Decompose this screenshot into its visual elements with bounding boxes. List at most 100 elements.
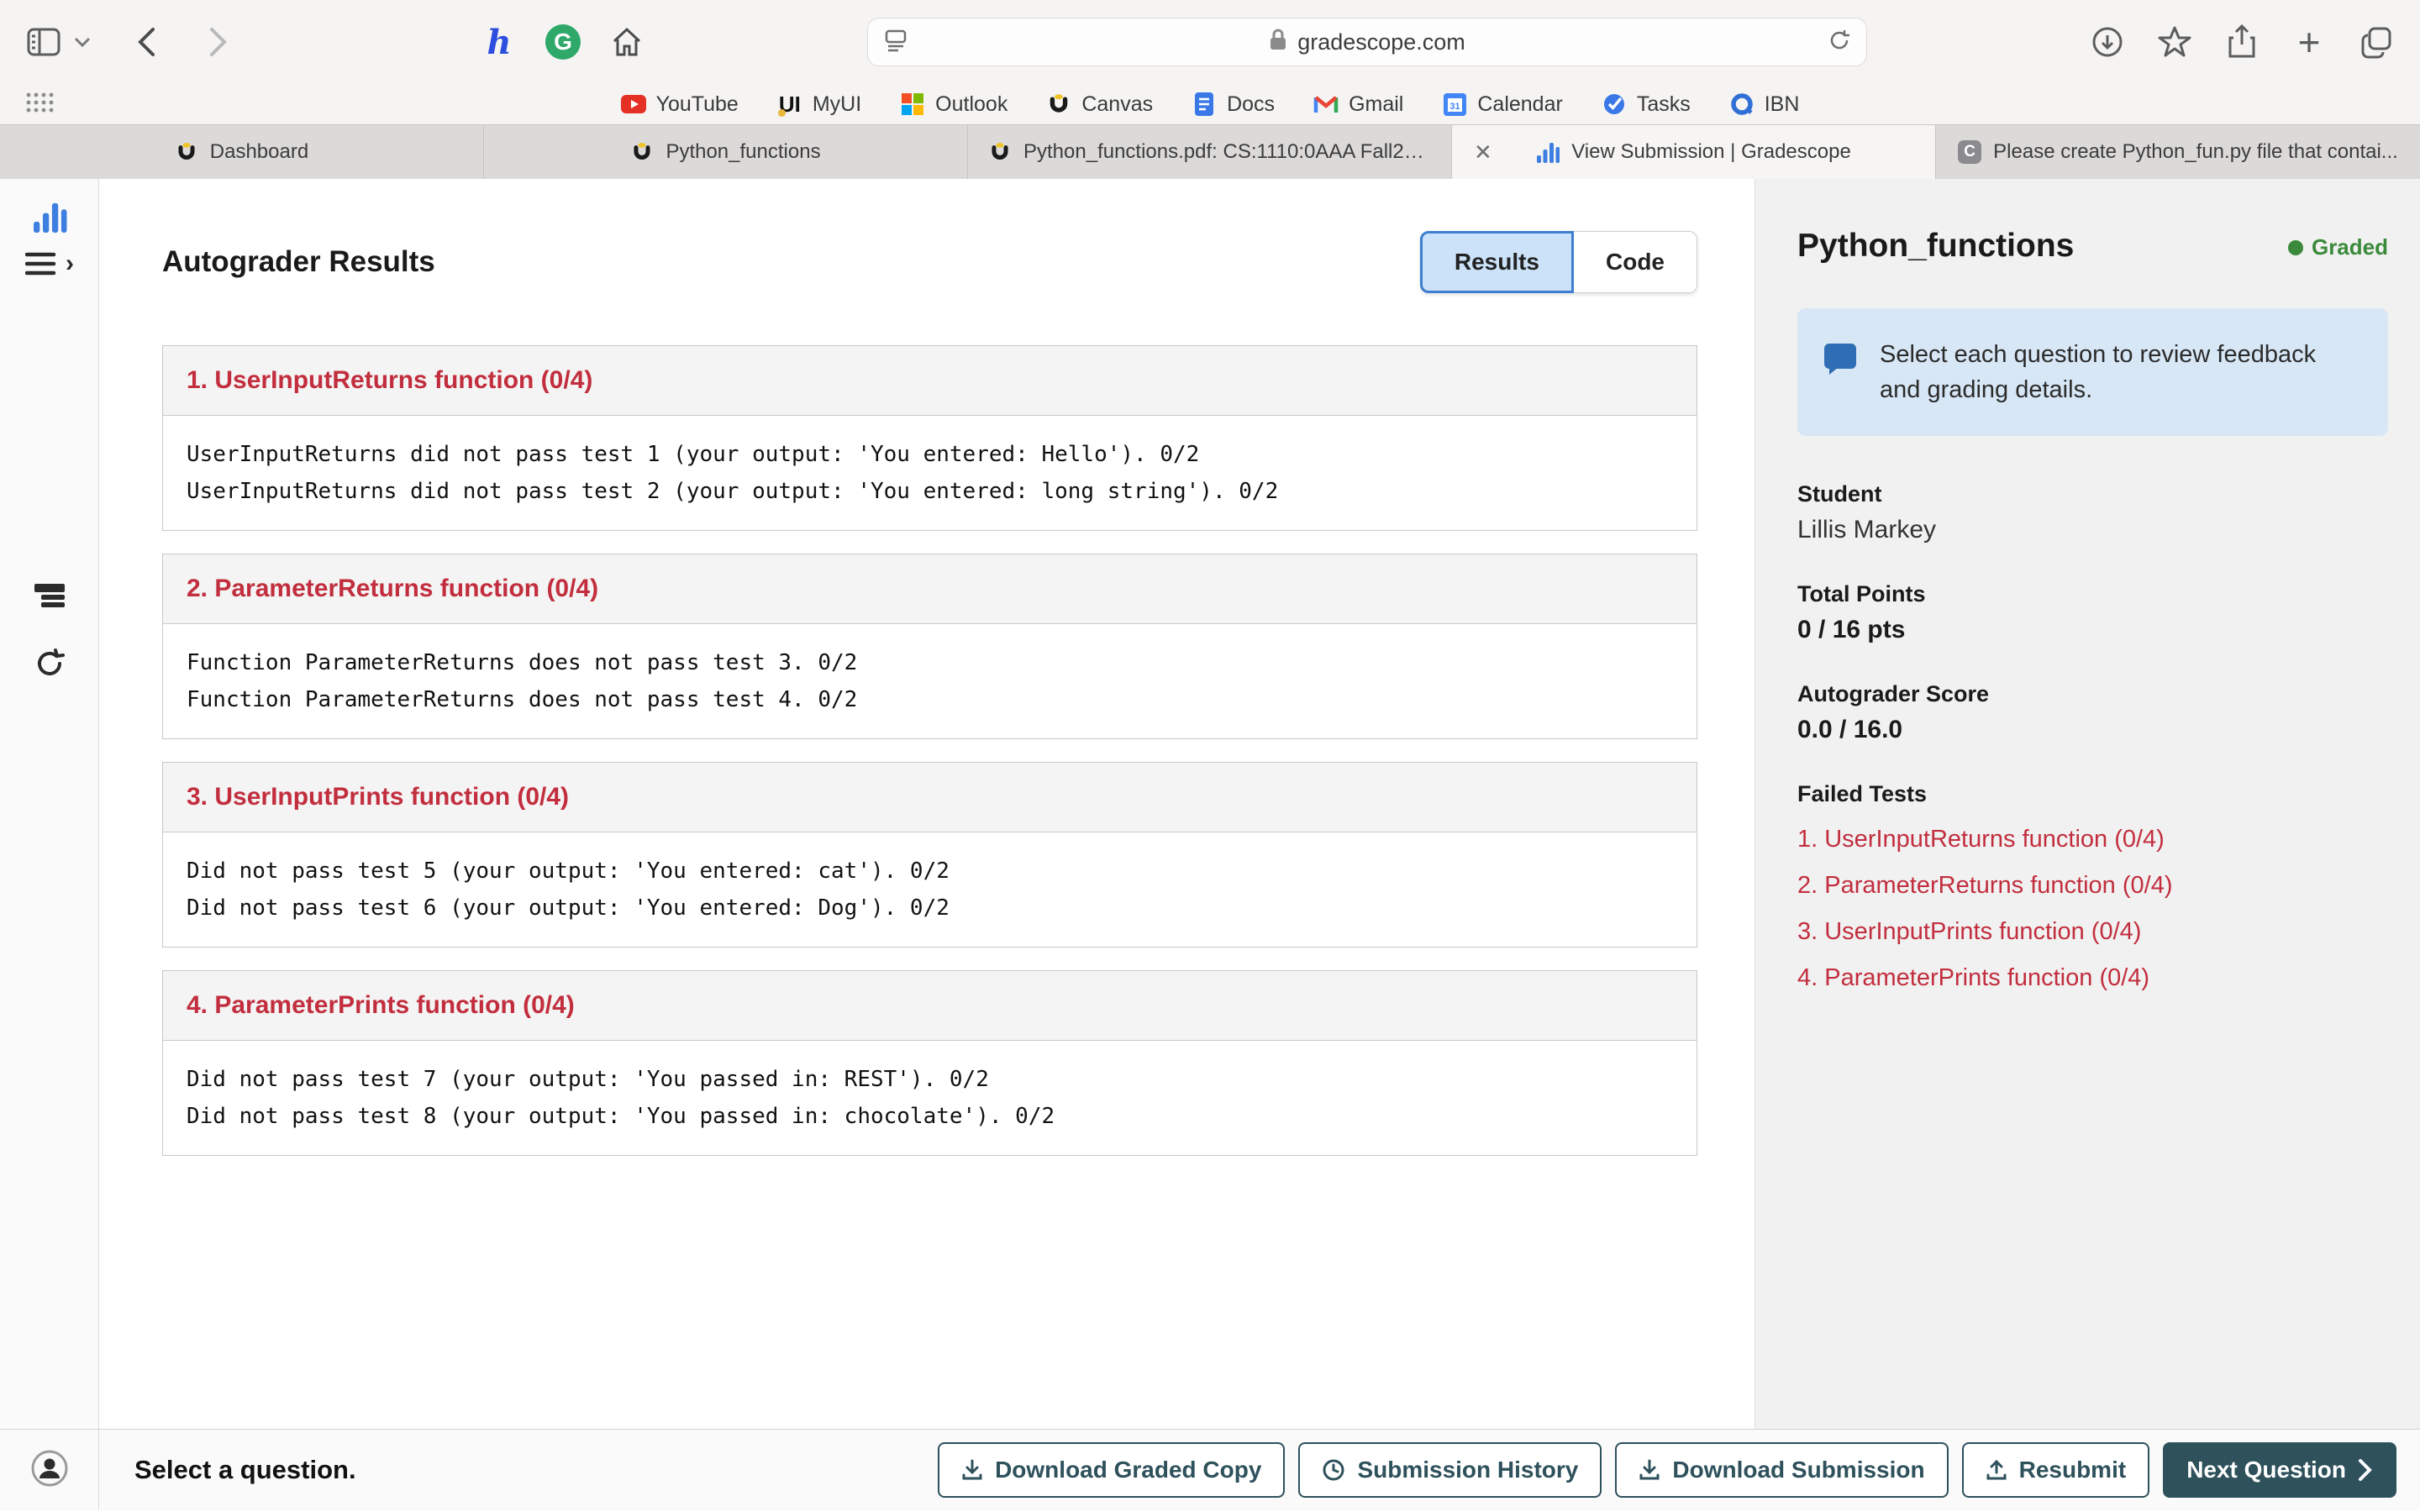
test-section-2: 2. ParameterReturns function (0/4) Funct… <box>162 554 1697 739</box>
next-question-button[interactable]: Next Question <box>2163 1442 2396 1498</box>
gradescope-logo-icon[interactable] <box>0 201 99 233</box>
tab-dashboard[interactable]: Dashboard <box>0 125 484 179</box>
favorite-youtube[interactable]: YouTube <box>621 92 739 117</box>
results-tab[interactable]: Results <box>1420 231 1574 293</box>
favorite-ibn[interactable]: IBN <box>1729 92 1800 117</box>
tab-python-functions-pdf[interactable]: Python_functions.pdf: CS:1110:0AAA Fall2… <box>968 125 1452 179</box>
test-section-title[interactable]: 1. UserInputReturns function (0/4) <box>187 366 592 394</box>
expand-menu-icon[interactable]: › <box>0 251 99 276</box>
downloads-icon[interactable] <box>2089 24 2126 60</box>
address-bar[interactable]: gradescope.com <box>867 18 1867 66</box>
icon-lms-favicon <box>630 140 654 164</box>
code-tab[interactable]: Code <box>1574 231 1697 293</box>
failed-test-link-1[interactable]: 1. UserInputReturns function (0/4) <box>1797 826 2388 853</box>
tab-bar: Dashboard Python_functions Python_functi… <box>0 124 2420 179</box>
left-rail: › <box>0 179 99 1429</box>
lock-icon <box>1269 28 1287 57</box>
icon-lms-favicon <box>175 140 198 164</box>
favorite-calendar[interactable]: 31 Calendar <box>1442 92 1562 117</box>
favorite-gmail[interactable]: Gmail <box>1313 92 1403 117</box>
outlook-icon <box>900 92 925 117</box>
favorite-docs[interactable]: Docs <box>1192 92 1275 117</box>
favorite-outlook[interactable]: Outlook <box>900 92 1007 117</box>
failed-test-link-4[interactable]: 4. ParameterPrints function (0/4) <box>1797 964 2388 992</box>
test-output-line: UserInputReturns did not pass test 2 (yo… <box>187 473 1673 510</box>
download-graded-copy-button[interactable]: Download Graded Copy <box>938 1442 1285 1498</box>
test-output-line: Did not pass test 6 (your output: 'You e… <box>187 890 1673 927</box>
calendar-icon: 31 <box>1442 92 1467 117</box>
graded-dot-icon <box>2288 240 2303 255</box>
comment-bubble-icon <box>1823 342 1858 407</box>
icon-lms-favicon <box>988 140 1012 164</box>
test-output-line: Did not pass test 5 (your output: 'You e… <box>187 853 1673 890</box>
favorites-grid-icon[interactable] <box>25 92 54 118</box>
account-icon[interactable] <box>31 1450 68 1491</box>
total-points-label: Total Points <box>1797 581 2388 607</box>
status-badge: Graded <box>2288 234 2388 260</box>
favorite-myui[interactable]: UI MyUI <box>777 92 861 117</box>
test-output-line: UserInputReturns did not pass test 1 (yo… <box>187 436 1673 473</box>
student-name: Lillis Markey <box>1797 516 2388 544</box>
autograder-results-panel: Autograder Results Results Code 1. UserI… <box>99 179 1754 1429</box>
favorite-canvas[interactable]: Canvas <box>1046 92 1153 117</box>
regrade-requests-icon[interactable] <box>0 582 99 609</box>
test-section-title[interactable]: 2. ParameterReturns function (0/4) <box>187 575 598 602</box>
test-section-title[interactable]: 3. UserInputPrints function (0/4) <box>187 783 569 811</box>
test-output-line: Function ParameterReturns does not pass … <box>187 681 1673 718</box>
address-url: gradescope.com <box>1297 29 1465 55</box>
test-section-1: 1. UserInputReturns function (0/4) UserI… <box>162 345 1697 531</box>
home-icon[interactable] <box>608 24 645 60</box>
favorite-tasks[interactable]: Tasks <box>1602 92 1691 117</box>
submission-sidebar: Python_functions Graded Select each ques… <box>1754 179 2420 1429</box>
ibn-icon <box>1729 92 1754 117</box>
share-icon[interactable] <box>2223 24 2260 60</box>
tab-python-functions[interactable]: Python_functions <box>484 125 968 179</box>
total-points-value: 0 / 16 pts <box>1797 616 2388 644</box>
test-output-line: Function ParameterReturns does not pass … <box>187 644 1673 681</box>
handshake-extension-icon[interactable]: h <box>481 24 518 60</box>
gmail-icon <box>1313 92 1339 117</box>
failed-test-link-2[interactable]: 2. ParameterReturns function (0/4) <box>1797 872 2388 900</box>
submission-history-button[interactable]: Submission History <box>1298 1442 1602 1498</box>
bottom-action-bar: Select a question. Download Graded Copy … <box>0 1429 2420 1510</box>
back-icon[interactable] <box>128 24 165 60</box>
youtube-icon <box>621 92 646 117</box>
resubmit-button[interactable]: Resubmit <box>1962 1442 2150 1498</box>
favorites-bar: YouTube UI MyUI Outlook Canvas Do <box>0 84 2420 124</box>
tab-view-submission[interactable]: ✕ View Submission | Gradescope <box>1452 125 1936 179</box>
bookmark-star-icon[interactable] <box>2156 24 2193 60</box>
select-question-message: Select a question. <box>134 1455 356 1485</box>
svg-text:31: 31 <box>1449 102 1460 112</box>
failed-tests-label: Failed Tests <box>1797 781 2388 807</box>
download-submission-button[interactable]: Download Submission <box>1615 1442 1948 1498</box>
refresh-icon[interactable] <box>0 648 99 680</box>
forward-icon[interactable] <box>200 24 237 60</box>
canvas-icon <box>1046 92 1071 117</box>
test-section-3: 3. UserInputPrints function (0/4) Did no… <box>162 762 1697 948</box>
page-title: Autograder Results <box>162 245 435 279</box>
docs-icon <box>1192 92 1217 117</box>
sidebar-chevron-icon[interactable] <box>72 24 92 60</box>
sidebar-toggle-icon[interactable] <box>25 24 62 60</box>
autograder-score-value: 0.0 / 16.0 <box>1797 716 2388 744</box>
gradescope-favicon <box>1536 140 1560 164</box>
test-output-line: Did not pass test 7 (your output: 'You p… <box>187 1061 1673 1098</box>
grammarly-extension-icon[interactable]: G <box>544 24 581 60</box>
close-tab-icon[interactable]: ✕ <box>1474 139 1492 165</box>
new-tab-icon[interactable]: + <box>2291 24 2328 60</box>
test-output-line: Did not pass test 8 (your output: 'You p… <box>187 1098 1673 1135</box>
feedback-notice: Select each question to review feedback … <box>1797 308 2388 436</box>
autograder-score-label: Autograder Score <box>1797 681 2388 707</box>
assignment-title: Python_functions <box>1797 228 2074 265</box>
tab-ai-chat[interactable]: C Please create Python_fun.py file that … <box>1936 125 2420 179</box>
tab-overview-icon[interactable] <box>2358 24 2395 60</box>
browser-toolbar: h G gradescope.com <box>0 0 2420 84</box>
claude-favicon: C <box>1958 140 1981 164</box>
tasks-icon <box>1602 92 1627 117</box>
test-section-title[interactable]: 4. ParameterPrints function (0/4) <box>187 991 575 1019</box>
student-label: Student <box>1797 481 2388 507</box>
failed-test-link-3[interactable]: 3. UserInputPrints function (0/4) <box>1797 918 2388 946</box>
results-code-toggle: Results Code <box>1420 231 1697 293</box>
myui-icon: UI <box>777 92 802 117</box>
test-section-4: 4. ParameterPrints function (0/4) Did no… <box>162 970 1697 1156</box>
